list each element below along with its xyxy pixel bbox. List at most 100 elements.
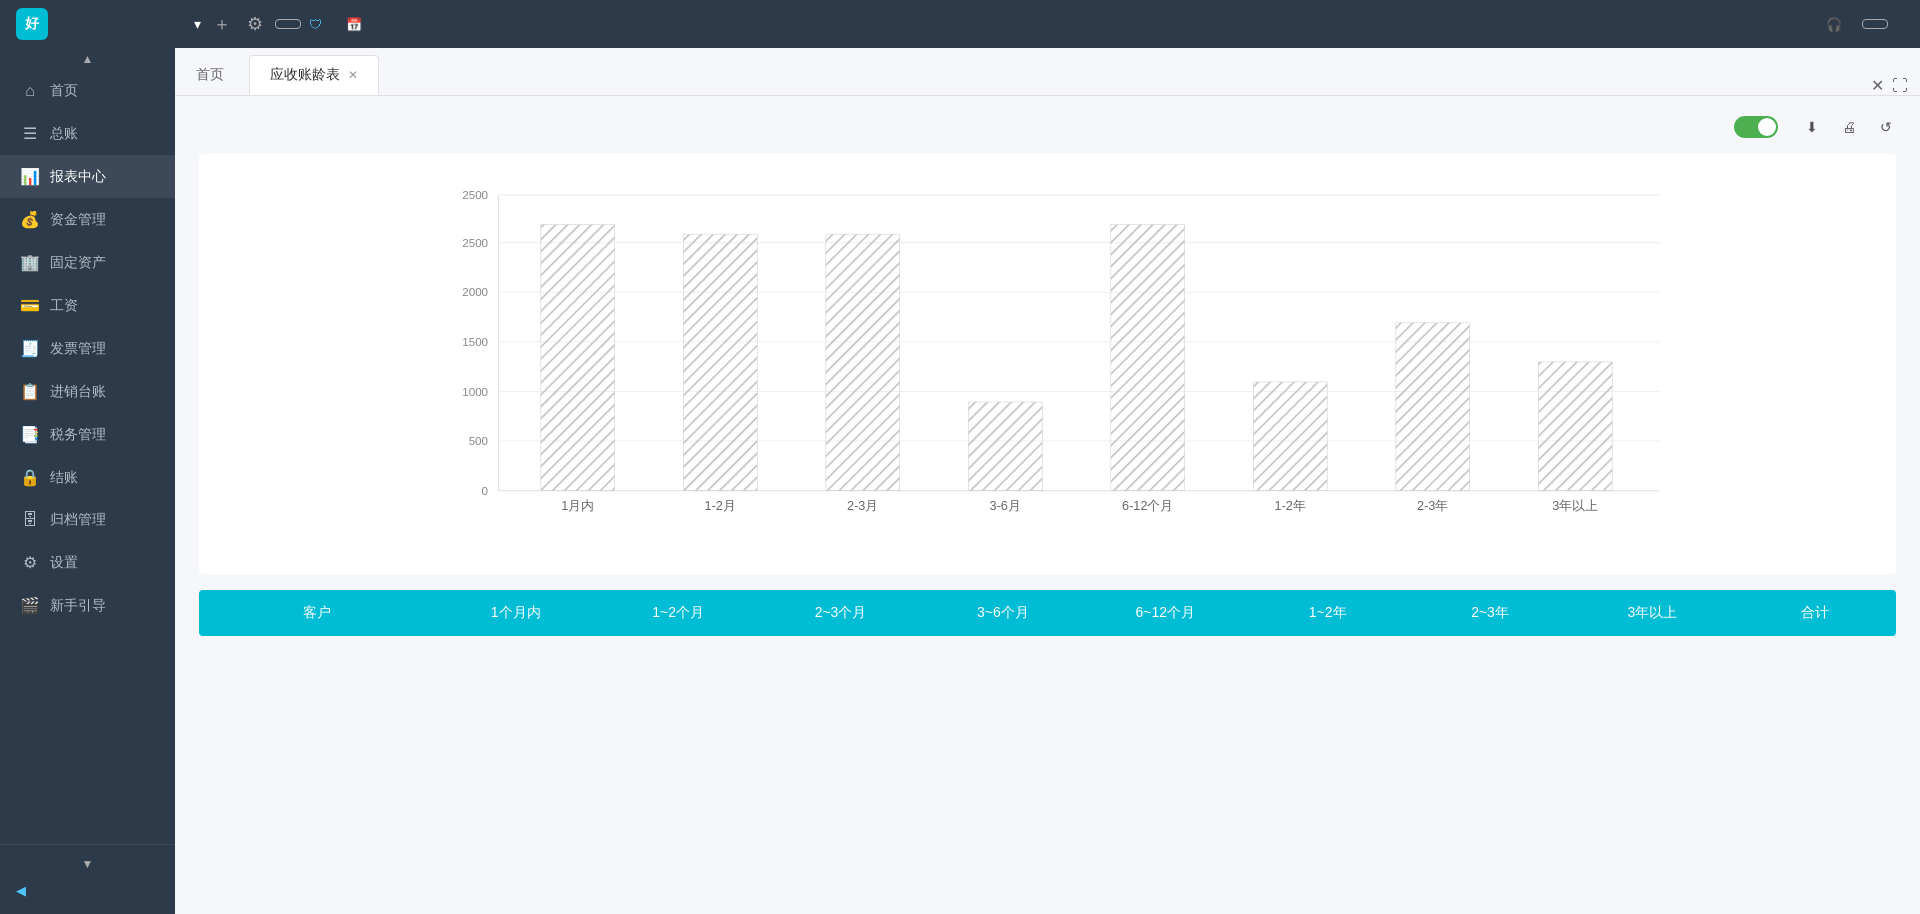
period-info: 📅 [334,17,362,32]
sidebar-label-close: 结账 [50,469,78,487]
add-button[interactable]: ＋ [209,8,235,40]
sidebar-label-guide: 新手引导 [50,597,106,615]
svg-text:3年以上: 3年以上 [1552,499,1598,513]
sidebar-icon-archive: 🗄 [20,511,40,529]
sidebar-icon-home: ⌂ [20,82,40,100]
sidebar-label-settings: 设置 [50,554,78,572]
sidebar-label-fixed-assets: 固定资产 [50,254,106,272]
sidebar-icon-reports: 📊 [20,167,40,186]
settings-icon[interactable]: ⚙ [243,9,267,39]
table-header-7: 2~3年 [1409,590,1571,636]
sidebar-icon-fixed-assets: 🏢 [20,253,40,272]
svg-text:1-2月: 1-2月 [705,499,736,513]
scroll-down-arrow[interactable]: ▼ [0,853,175,875]
refresh-button[interactable]: ↺ [1880,119,1896,135]
sidebar-item-trade[interactable]: 📋 进销台账 [0,370,175,413]
bar-chart-svg: 0 500 1000 1500 2000 2500 2500 [219,174,1876,554]
page-content: ⬇ 🖨 ↺ [175,96,1920,914]
refresh-icon: ↺ [1880,119,1892,135]
sidebar-label-archive: 归档管理 [50,511,106,529]
switch-version-button[interactable] [275,19,301,29]
sidebar-label-funds: 资金管理 [50,211,106,229]
svg-rect-26 [1253,382,1327,491]
page-header: ⬇ 🖨 ↺ [199,116,1896,138]
table-header-0: 客户 [199,590,435,636]
svg-text:1月内: 1月内 [561,499,594,513]
table-header-8: 3年以上 [1571,590,1733,636]
sidebar-icon-close: 🔒 [20,468,40,487]
svg-rect-20 [826,234,900,491]
svg-text:500: 500 [469,434,488,447]
scroll-up-arrow[interactable]: ▲ [0,48,175,70]
page-actions: ⬇ 🖨 ↺ [1734,116,1896,138]
sidebar-label-ledger: 总账 [50,125,78,143]
shield-icon: 🛡 [309,17,322,32]
sidebar-item-tax[interactable]: 📑 税务管理 [0,413,175,456]
table-header-5: 6~12个月 [1084,590,1246,636]
chart-toggle[interactable] [1734,116,1778,138]
pin-button[interactable]: ◀ [0,875,175,906]
svg-text:0: 0 [482,484,488,497]
print-button[interactable]: 🖨 [1842,119,1860,135]
calendar-icon[interactable]: 📅 [346,17,362,32]
tab-aging[interactable]: 应收账龄表✕ [249,55,379,95]
svg-text:3-6月: 3-6月 [990,499,1021,513]
sidebar-item-ledger[interactable]: ☰ 总账 [0,112,175,155]
certified-badge: 🛡 [309,17,326,32]
sidebar-item-fixed-assets[interactable]: 🏢 固定资产 [0,241,175,284]
svg-text:2500: 2500 [462,188,488,201]
sidebar-item-settings[interactable]: ⚙ 设置 [0,541,175,584]
sidebar-icon-ledger: ☰ [20,124,40,143]
consult-button[interactable]: 🎧 [1826,17,1846,32]
download-button[interactable]: ⬇ [1806,119,1822,135]
table-header-4: 3~6个月 [922,590,1084,636]
admin-button[interactable] [1862,19,1888,29]
sidebar-icon-wages: 💳 [20,296,40,315]
sidebar-item-funds[interactable]: 💰 资金管理 [0,198,175,241]
sidebar-item-guide[interactable]: 🎬 新手引导 [0,584,175,627]
tab-close-aging[interactable]: ✕ [348,68,358,82]
sidebar-label-home: 首页 [50,82,78,100]
svg-text:6-12个月: 6-12个月 [1122,499,1173,513]
tab-controls: ✕ ⛶ [1859,76,1920,95]
sidebar-item-home[interactable]: ⌂ 首页 [0,70,175,112]
tab-home[interactable]: 首页 [175,55,245,95]
sidebar-label-invoices: 发票管理 [50,340,106,358]
sidebar-label-reports: 报表中心 [50,168,106,186]
close-tab-button[interactable]: ✕ [1871,76,1884,95]
expand-button[interactable]: ⛶ [1892,77,1908,95]
sidebar-item-wages[interactable]: 💳 工资 [0,284,175,327]
svg-text:2500: 2500 [462,236,488,249]
svg-text:1000: 1000 [462,385,488,398]
sidebar-item-close[interactable]: 🔒 结账 [0,456,175,499]
company-selector[interactable]: ▾ [188,16,201,32]
svg-rect-18 [683,234,757,491]
sidebar-label-tax: 税务管理 [50,426,106,444]
svg-rect-16 [541,225,615,491]
svg-text:2000: 2000 [462,285,488,298]
table-header-6: 1~2年 [1246,590,1408,636]
table-header: 客户1个月内1~2个月2~3个月3~6个月6~12个月1~2年2~3年3年以上合… [199,590,1896,636]
table-header-2: 1~2个月 [597,590,759,636]
pin-icon: ◀ [16,883,26,898]
sidebar-icon-settings: ⚙ [20,553,40,572]
svg-rect-22 [968,402,1042,491]
topbar-right: 🎧 [1826,17,1904,32]
sidebar: ▲ ⌂ 首页 ☰ 总账 📊 报表中心 💰 资金管理 🏢 固定资产 💳 工资 🧾 … [0,48,175,914]
logo-icon: 好 [16,8,48,40]
chart-toggle-group [1734,116,1786,138]
svg-rect-30 [1538,362,1612,491]
sidebar-item-archive[interactable]: 🗄 归档管理 [0,499,175,541]
chart-container: 0 500 1000 1500 2000 2500 2500 [199,154,1896,574]
svg-rect-28 [1396,323,1470,491]
svg-text:2-3月: 2-3月 [847,499,878,513]
sidebar-icon-trade: 📋 [20,382,40,401]
sidebar-icon-tax: 📑 [20,425,40,444]
topbar: 好 ▾ ＋ ⚙ 🛡 📅 🎧 [0,0,1920,48]
sidebar-item-invoices[interactable]: 🧾 发票管理 [0,327,175,370]
table-header-3: 2~3个月 [759,590,921,636]
sidebar-icon-funds: 💰 [20,210,40,229]
sidebar-item-reports[interactable]: 📊 报表中心 [0,155,175,198]
tab-bar: 首页应收账龄表✕ ✕ ⛶ [175,48,1920,96]
logo-area: 好 [16,8,176,40]
